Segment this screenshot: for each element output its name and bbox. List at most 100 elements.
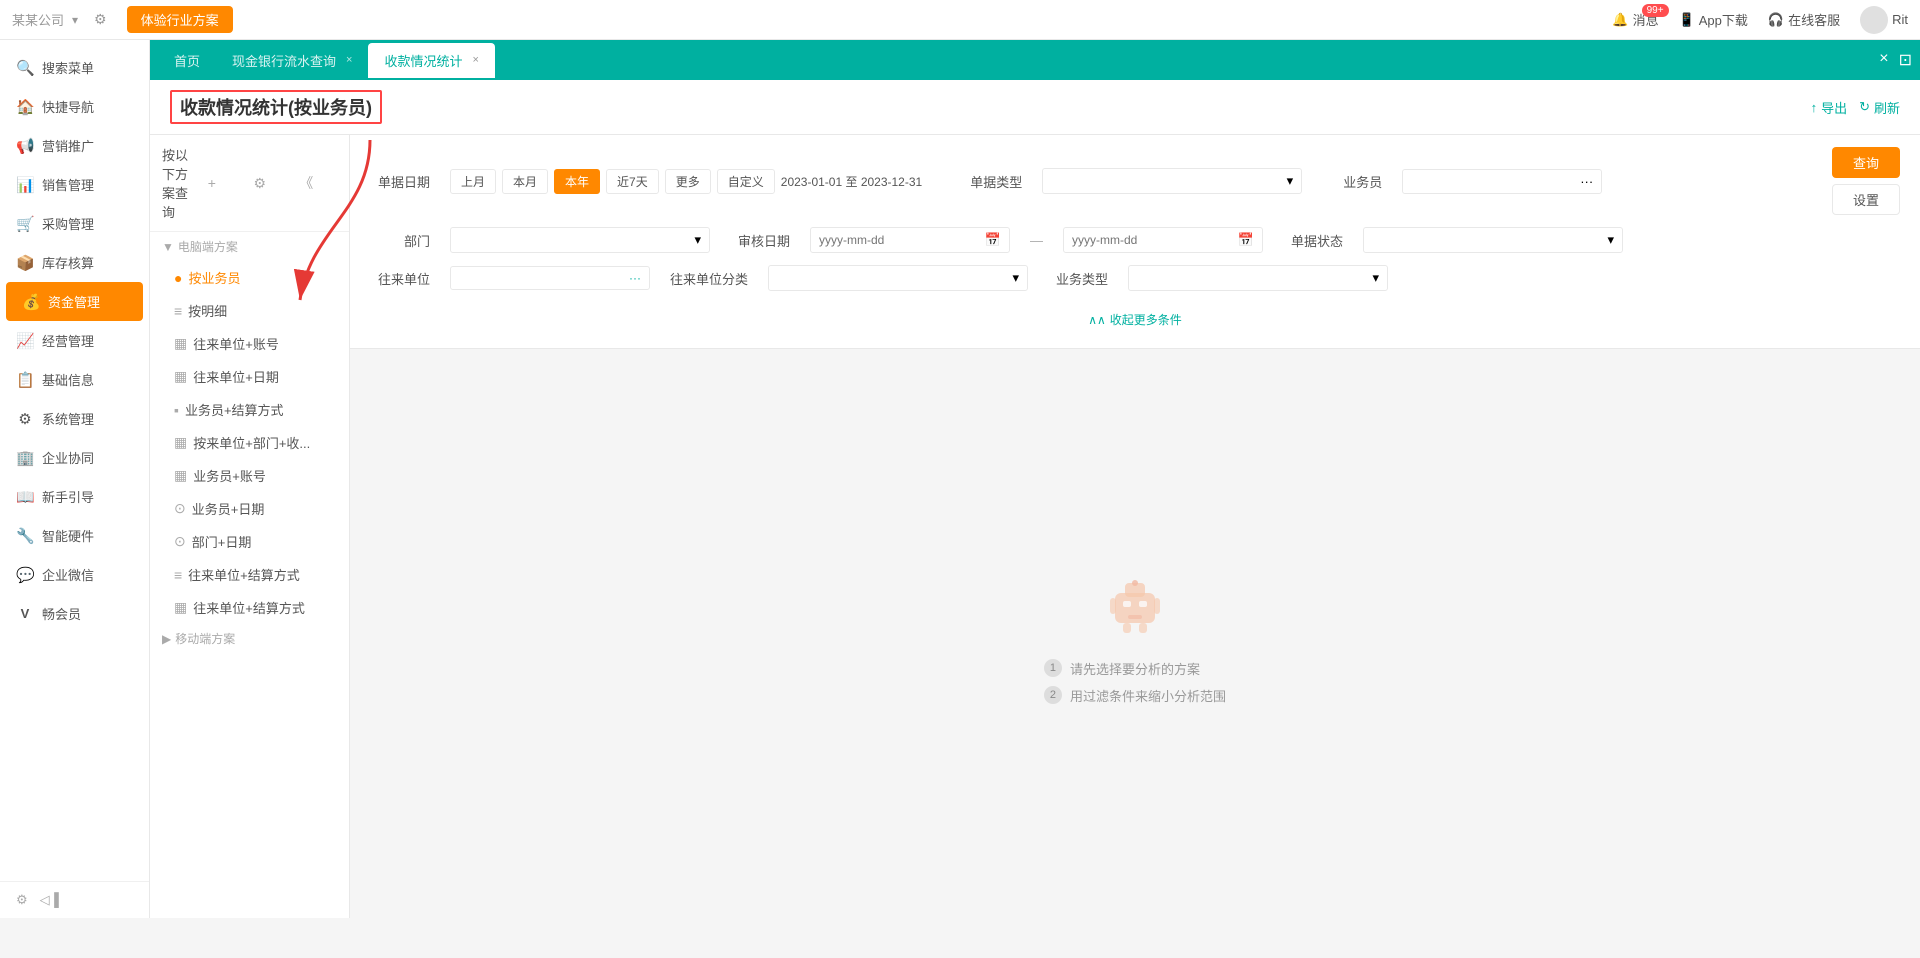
- collapse-arrow[interactable]: ▼: [162, 240, 174, 254]
- mobile-label: 移动端方案: [175, 630, 235, 647]
- export-button[interactable]: ↑ 导出: [1811, 98, 1848, 117]
- sidebar-item-search[interactable]: 🔍 搜索菜单: [0, 48, 149, 87]
- review-start-input[interactable]: [819, 233, 981, 247]
- review-date-end[interactable]: 📅: [1063, 227, 1263, 253]
- counterparty-more-btn[interactable]: ···: [629, 271, 641, 285]
- sales-icon: 📊: [16, 176, 34, 194]
- counterparty-search-input[interactable]: [459, 271, 625, 285]
- collapse-sidebar-icon[interactable]: ◁▐: [40, 892, 59, 908]
- sidebar-item-system[interactable]: ⚙ 系统管理: [0, 399, 149, 438]
- app-download-button[interactable]: 📱 App下载: [1679, 10, 1748, 29]
- dept-select[interactable]: ▾: [450, 227, 710, 253]
- refresh-button[interactable]: ↻ 刷新: [1859, 98, 1900, 117]
- scheme-cp-settlement2[interactable]: ▦ 往来单位+结算方式: [150, 591, 349, 624]
- window-close-icon[interactable]: ×: [1879, 50, 1888, 70]
- tab-home[interactable]: 首页: [158, 43, 216, 78]
- sidebar-label-hardware: 智能硬件: [42, 526, 94, 545]
- tab-collection-close[interactable]: ×: [472, 54, 478, 66]
- date-btn-last-month[interactable]: 上月: [450, 169, 496, 194]
- query-button[interactable]: 查询: [1832, 147, 1900, 178]
- hardware-icon: 🔧: [16, 527, 34, 545]
- sidebar-item-purchase[interactable]: 🛒 采购管理: [0, 204, 149, 243]
- scheme-settings-icon[interactable]: ⚙: [254, 175, 292, 192]
- scheme-counterparty-dept[interactable]: ▦ 按来单位+部门+收...: [150, 426, 349, 459]
- scheme-cp-settlement1[interactable]: ≡ 往来单位+结算方式: [150, 558, 349, 591]
- sidebar-label-search: 搜索菜单: [42, 58, 94, 77]
- sidebar-item-basic[interactable]: 📋 基础信息: [0, 360, 149, 399]
- chevron-down-icon[interactable]: ▾: [72, 13, 78, 27]
- sidebar-item-member[interactable]: V 畅会员: [0, 594, 149, 633]
- user-avatar[interactable]: Rit: [1860, 6, 1908, 34]
- dept-label: 部门: [370, 231, 430, 250]
- sidebar-item-quicknav[interactable]: 🏠 快捷导航: [0, 87, 149, 126]
- scheme-dept-date[interactable]: ⊙ 部门+日期: [150, 525, 349, 558]
- date-btn-7days[interactable]: 近7天: [606, 169, 659, 194]
- online-service-button[interactable]: 🎧 在线客服: [1768, 10, 1840, 29]
- scheme-salesperson-settlement[interactable]: ▪ 业务员+结算方式: [150, 393, 349, 426]
- scheme-by-detail[interactable]: ≡ 按明细: [150, 294, 349, 327]
- message-button[interactable]: 🔔 消息 99+: [1612, 10, 1658, 29]
- doc-status-select[interactable]: ▾: [1363, 227, 1623, 253]
- counterparty-input[interactable]: ···: [450, 266, 650, 290]
- date-btn-this-year[interactable]: 本年: [554, 169, 600, 194]
- tab-bar-actions: × ⊡: [1879, 50, 1912, 70]
- tab-bar: 首页 现金银行流水查询 × 收款情况统计 × × ⊡: [150, 40, 1920, 80]
- salesperson-more: ···: [1580, 174, 1593, 189]
- scheme-cp-dept-label: 按来单位+部门+收...: [193, 433, 310, 452]
- sidebar-label-quicknav: 快捷导航: [42, 97, 94, 116]
- date-btn-more[interactable]: 更多: [665, 169, 711, 194]
- scheme-dept-date-label: 部门+日期: [192, 532, 252, 551]
- doc-type-select[interactable]: ▾: [1042, 168, 1302, 194]
- date-separator: —: [1030, 233, 1043, 248]
- scheme-sp-set-icon: ▪: [174, 402, 179, 418]
- empty-hints: 1 请先选择要分析的方案 2 用过滤条件来缩小分析范围: [1044, 659, 1226, 705]
- tab-collection[interactable]: 收款情况统计 ×: [368, 43, 494, 78]
- sidebar-item-hardware[interactable]: 🔧 智能硬件: [0, 516, 149, 555]
- empty-robot-icon: [1095, 563, 1175, 643]
- sidebar-label-finance: 资金管理: [48, 292, 100, 311]
- add-scheme-button[interactable]: +: [208, 175, 246, 191]
- gear-icon[interactable]: ⚙: [94, 11, 107, 28]
- sidebar-item-finance[interactable]: 💰 资金管理: [6, 282, 143, 321]
- scheme-salesperson-date[interactable]: ⊙ 业务员+日期: [150, 492, 349, 525]
- counterparty-category-select[interactable]: ▾: [768, 265, 1028, 291]
- sidebar-item-marketing[interactable]: 📢 营销推广: [0, 126, 149, 165]
- bell-icon: 🔔: [1612, 12, 1628, 28]
- sidebar-item-guide[interactable]: 📖 新手引导: [0, 477, 149, 516]
- desktop-label: 电脑端方案: [178, 238, 238, 255]
- review-end-input[interactable]: [1072, 233, 1234, 247]
- user-name: Rit: [1892, 12, 1908, 27]
- collapse-up-icon: ∧∧: [1088, 313, 1106, 327]
- chevron-down-status: ▾: [1607, 232, 1614, 248]
- date-btn-custom[interactable]: 自定义: [717, 169, 775, 194]
- tab-bank[interactable]: 现金银行流水查询 ×: [216, 43, 368, 78]
- sidebar-label-marketing: 营销推广: [42, 136, 94, 155]
- scheme-salesperson-account[interactable]: ▦ 业务员+账号: [150, 459, 349, 492]
- date-btn-this-month[interactable]: 本月: [502, 169, 548, 194]
- filter-panel: 单据日期 上月 本月 本年 近7天 更多 自定义 2023-01-01 至 20…: [350, 135, 1920, 349]
- sidebar-item-wechat[interactable]: 💬 企业微信: [0, 555, 149, 594]
- sidebar-item-inventory[interactable]: 📦 库存核算: [0, 243, 149, 282]
- scheme-counterparty-account[interactable]: ▦ 往来单位+账号: [150, 327, 349, 360]
- scheme-by-salesperson[interactable]: ● 按业务员: [150, 261, 349, 294]
- scheme-cp-set2-label: 往来单位+结算方式: [193, 598, 305, 617]
- settings-button[interactable]: 设置: [1832, 184, 1900, 215]
- salesperson-select[interactable]: ···: [1402, 169, 1602, 194]
- sidebar-item-operations[interactable]: 📈 经营管理: [0, 321, 149, 360]
- left-panel: 按以下方案查询 + ⚙ 《 ▼ 电脑端方案 ● 按业务员 ≡ 按明细 ▦ 往来单…: [150, 135, 350, 918]
- doc-type-label: 单据类型: [962, 172, 1022, 191]
- wechat-icon: 💬: [16, 566, 34, 584]
- mobile-collapse-arrow[interactable]: ▶: [162, 632, 171, 646]
- trial-button[interactable]: 体验行业方案: [127, 6, 233, 33]
- review-date-start[interactable]: 📅: [810, 227, 1010, 253]
- collapse-panel-icon[interactable]: 《: [299, 173, 337, 193]
- biz-type-select[interactable]: ▾: [1128, 265, 1388, 291]
- settings-bottom-icon[interactable]: ⚙: [16, 892, 28, 908]
- nav-items: 🔍 搜索菜单 🏠 快捷导航 📢 营销推广 📊 销售管理 🛒 采购管理 📦 库存核…: [0, 40, 149, 881]
- tab-bank-close[interactable]: ×: [346, 54, 352, 66]
- sidebar-item-enterprise[interactable]: 🏢 企业协同: [0, 438, 149, 477]
- window-maximize-icon[interactable]: ⊡: [1899, 50, 1912, 70]
- scheme-counterparty-date[interactable]: ▦ 往来单位+日期: [150, 360, 349, 393]
- collapse-button[interactable]: ∧∧ 收起更多条件: [1088, 311, 1182, 328]
- sidebar-item-sales[interactable]: 📊 销售管理: [0, 165, 149, 204]
